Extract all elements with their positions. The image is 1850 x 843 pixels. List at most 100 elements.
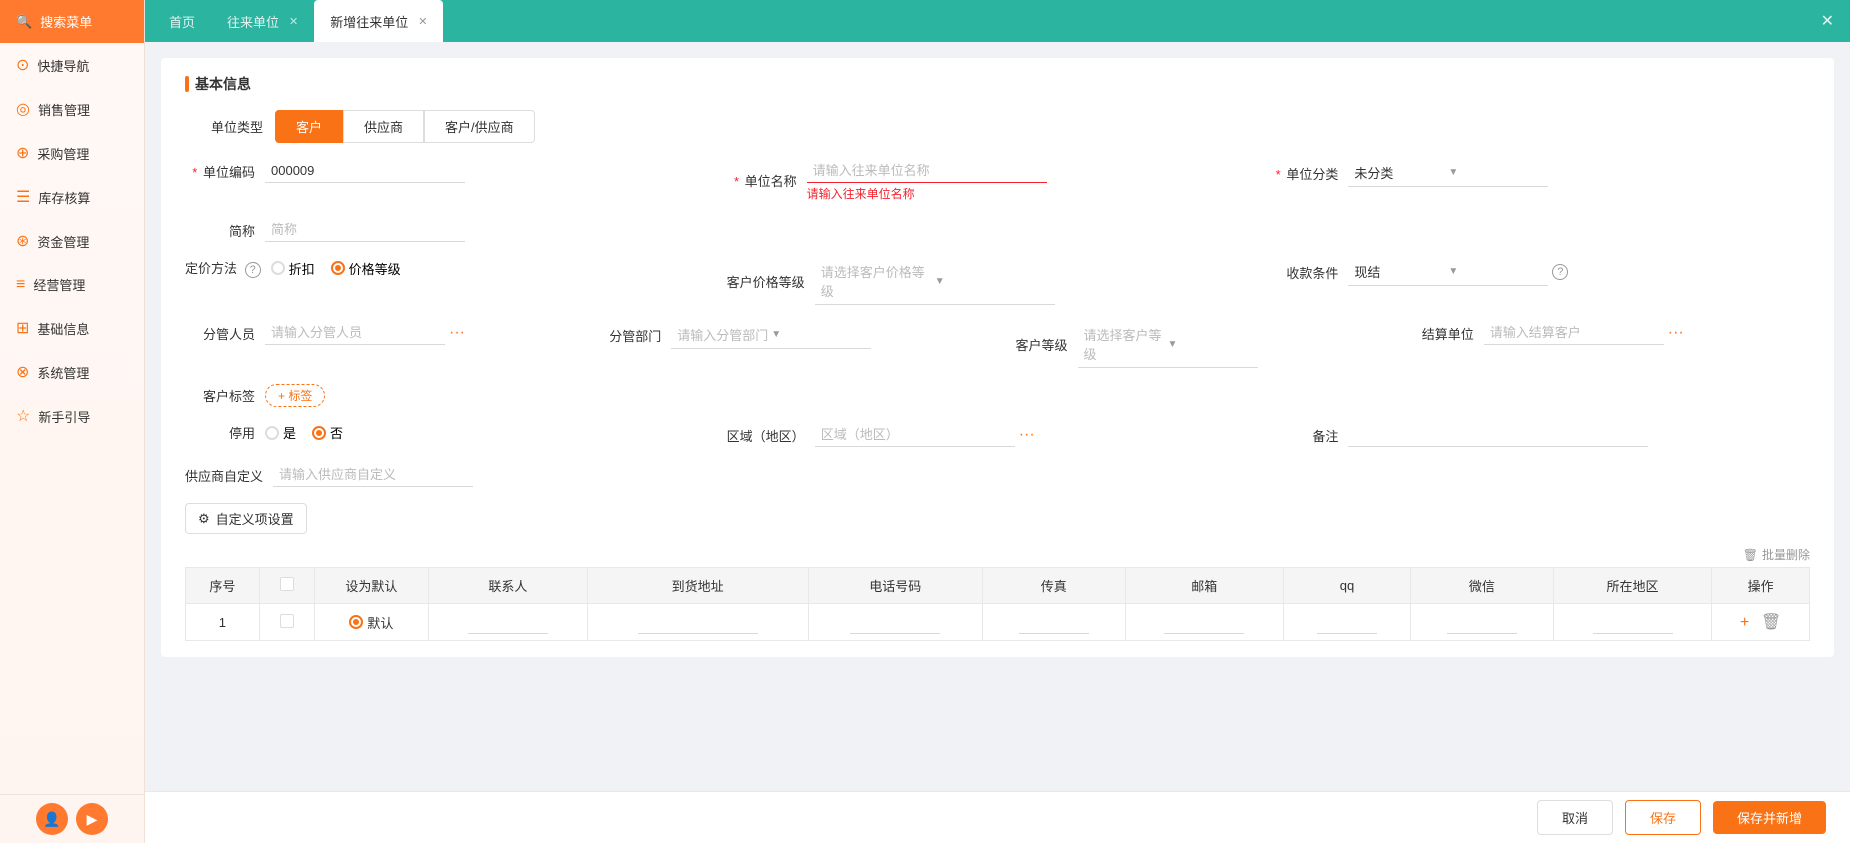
expand-icon[interactable]: ▶ (76, 803, 108, 835)
sidebar-item-label: 基础信息 (37, 319, 89, 338)
payment-help-icon[interactable]: ? (1552, 264, 1568, 280)
pricing-method-label: 定价方法 ? (185, 258, 271, 278)
payment-terms-select[interactable]: 现结 ▼ (1348, 258, 1548, 286)
row-qq-cell (1284, 604, 1411, 641)
type-btn-customer[interactable]: 客户 (275, 110, 343, 143)
unit-code-label: * 单位编码 (185, 162, 265, 181)
sidebar-search[interactable]: 🔍 搜索菜单 (0, 0, 144, 43)
batch-delete-label: 批量删除 (1762, 546, 1810, 563)
del-row-btn[interactable]: 🗑 (1761, 614, 1781, 631)
tab-home[interactable]: 首页 (153, 0, 211, 42)
sidebar-item-sales[interactable]: ◎ 销售管理 (0, 87, 144, 131)
row-disable-region: 停用 是 否 区域（地区） (185, 423, 1810, 447)
tab-partner-list-close[interactable]: ✕ (289, 15, 298, 28)
supplier-custom-input[interactable] (273, 463, 473, 487)
sales-icon: ◎ (16, 99, 30, 119)
unit-name-input[interactable] (807, 159, 1047, 183)
select-all-checkbox[interactable] (280, 577, 294, 591)
custom-settings-btn[interactable]: ⚙ 自定义项设置 (185, 503, 307, 534)
settlement-more-btn[interactable]: ··· (1664, 324, 1688, 342)
custom-settings-label: 自定义项设置 (216, 509, 294, 528)
tab-home-label: 首页 (169, 12, 195, 31)
row-fax-input[interactable] (1019, 610, 1089, 634)
customer-price-level-select[interactable]: 请选择客户价格等级 ▼ (815, 258, 1055, 305)
save-new-button[interactable]: 保存并新增 (1713, 801, 1826, 834)
user-avatar[interactable]: 👤 (36, 803, 68, 835)
row-contact-input[interactable] (468, 610, 548, 634)
customer-price-level-label: 客户价格等级 (727, 272, 815, 291)
supervisor-input[interactable] (265, 321, 445, 345)
close-all-tabs[interactable]: ✕ (1813, 11, 1842, 31)
sidebar-item-label: 销售管理 (38, 100, 90, 119)
sidebar-item-basic-info[interactable]: ⊞ 基础信息 (0, 306, 144, 350)
dept-label: 分管部门 (591, 326, 671, 345)
pricing-discount-radio[interactable]: 折扣 (271, 259, 315, 278)
row-qq-input[interactable] (1317, 610, 1377, 634)
abbr-label: 简称 (185, 221, 265, 240)
disable-yes-radio[interactable]: 是 (265, 423, 296, 442)
row-location-input[interactable] (1593, 610, 1673, 634)
remark-input[interactable] (1348, 423, 1648, 447)
payment-terms-label: 收款条件 (1268, 263, 1348, 282)
sidebar-item-system[interactable]: ⊗ 系统管理 (0, 350, 144, 394)
sidebar-item-operation[interactable]: ≡ 经营管理 (0, 263, 144, 306)
operation-icon: ≡ (16, 276, 25, 294)
unit-code-input[interactable] (265, 159, 465, 183)
sidebar-item-quick-nav[interactable]: ⊙ 快捷导航 (0, 43, 144, 87)
sidebar-item-newuser[interactable]: ☆ 新手引导 (0, 394, 144, 438)
sidebar-item-label: 资金管理 (37, 232, 89, 251)
customer-level-select[interactable]: 请选择客户等级 ▼ (1078, 321, 1258, 368)
type-btn-supplier[interactable]: 供应商 (343, 110, 424, 143)
supervisor-more-btn[interactable]: ··· (445, 324, 469, 342)
unit-name-label: * 单位名称 (727, 171, 807, 190)
add-row-btn[interactable]: + (1740, 614, 1749, 631)
sidebar-item-label: 快捷导航 (37, 56, 89, 75)
row-supplier-custom: 供应商自定义 (185, 463, 1810, 487)
unit-name-error: 请输入往来单位名称 (807, 185, 1269, 202)
dept-select[interactable]: 请输入分管部门 ▼ (671, 321, 871, 349)
row-contact-cell (429, 604, 587, 641)
row-address-input[interactable] (638, 610, 758, 634)
region-input[interactable] (815, 423, 1015, 447)
row-default-radio[interactable]: 默认 (325, 613, 419, 632)
section-title-text: 基本信息 (195, 74, 251, 94)
row-email-input[interactable] (1164, 610, 1244, 634)
row-supervisor: 分管人员 ··· 分管部门 请输入分管部门 ▼ 客户等级 (185, 321, 1810, 368)
grade-label: 价格等级 (349, 259, 401, 278)
batch-delete-btn[interactable]: 🗑 批量删除 (185, 546, 1810, 563)
required-star: * (192, 165, 197, 180)
sidebar-item-inventory[interactable]: ☰ 库存核算 (0, 175, 144, 219)
row-unit-code-name-category: * 单位编码 * 单位名称 请输入往来单位名称 (185, 159, 1810, 202)
save-button[interactable]: 保存 (1625, 800, 1701, 835)
sidebar-item-purchase[interactable]: ⊕ 采购管理 (0, 131, 144, 175)
sidebar-item-label: 采购管理 (37, 144, 89, 163)
pricing-help-icon[interactable]: ? (245, 262, 261, 278)
cancel-button[interactable]: 取消 (1537, 800, 1613, 835)
row-address-cell (587, 604, 808, 641)
row-action-cell: + 🗑 (1712, 604, 1810, 641)
row-email-cell (1125, 604, 1283, 641)
tab-partner-list[interactable]: 往来单位 ✕ (211, 0, 314, 42)
chevron-down-icon: ▼ (1448, 266, 1542, 277)
add-tag-btn[interactable]: + 标签 (265, 384, 325, 407)
purchase-icon: ⊕ (16, 143, 29, 163)
col-seq: 序号 (186, 568, 260, 604)
field-tags: 客户标签 + 标签 (185, 384, 1810, 407)
unit-category-select[interactable]: 未分类 ▼ (1348, 159, 1548, 187)
tab-new-partner-close[interactable]: ✕ (418, 15, 427, 28)
pricing-grade-radio[interactable]: 价格等级 (331, 259, 401, 278)
sidebar-item-label: 经营管理 (33, 275, 85, 294)
settlement-unit-input[interactable] (1484, 321, 1664, 345)
row-phone-input[interactable] (850, 610, 940, 634)
field-payment-terms: 收款条件 现结 ▼ ? (1268, 258, 1810, 286)
row-checkbox[interactable] (280, 614, 294, 628)
yes-label: 是 (283, 423, 296, 442)
disable-no-radio[interactable]: 否 (312, 423, 343, 442)
abbr-input[interactable] (265, 218, 465, 242)
required-star: * (734, 174, 739, 189)
tab-new-partner[interactable]: 新增往来单位 ✕ (314, 0, 443, 42)
row-wechat-input[interactable] (1447, 610, 1517, 634)
region-more-btn[interactable]: ··· (1015, 426, 1039, 444)
type-btn-both[interactable]: 客户/供应商 (424, 110, 535, 143)
sidebar-item-finance[interactable]: ⊛ 资金管理 (0, 219, 144, 263)
